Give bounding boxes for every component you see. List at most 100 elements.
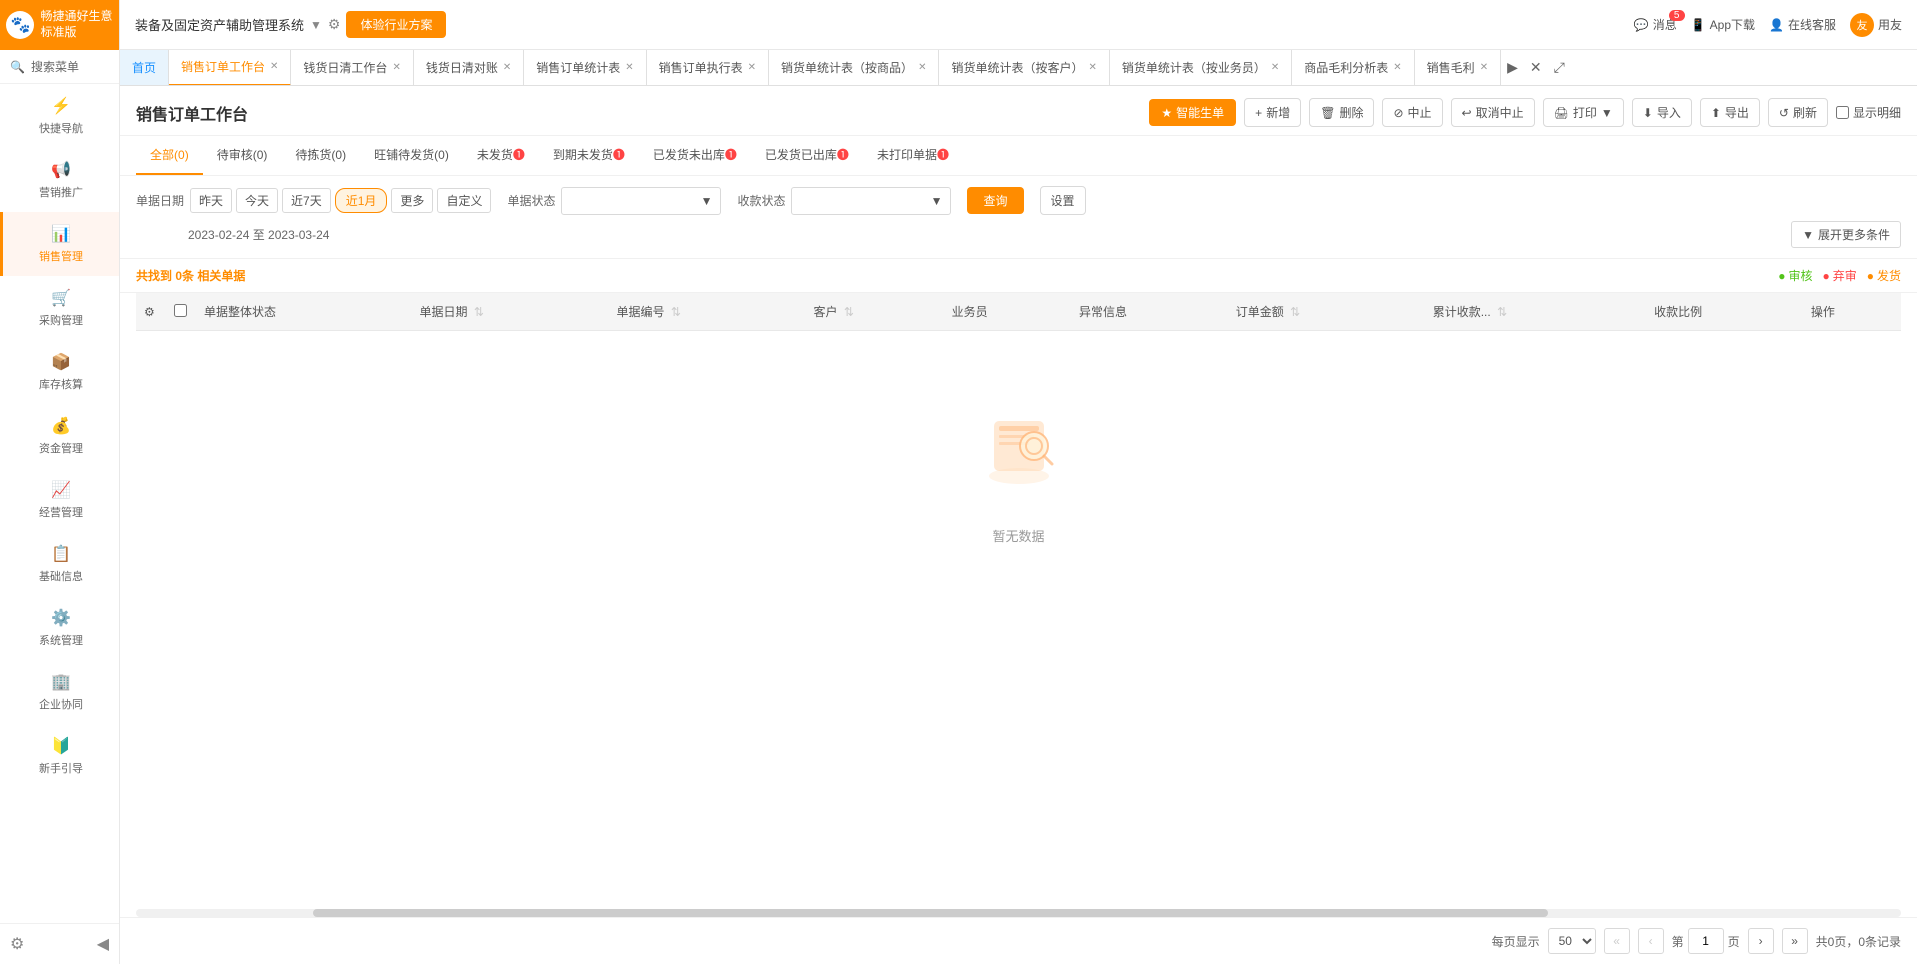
- deliver-button[interactable]: ● 发货: [1867, 267, 1901, 284]
- approve-button[interactable]: ● 审核: [1778, 267, 1812, 284]
- tab-sales-exec[interactable]: 销售订单执行表 ✕: [647, 50, 769, 86]
- sidebar-item-enterprise[interactable]: 🏢 企业协同: [0, 660, 119, 724]
- smart-generate-button[interactable]: ★ 智能生单: [1149, 99, 1236, 126]
- horizontal-scrollbar[interactable]: [136, 909, 1901, 917]
- th-amount[interactable]: 订单金额 ⇅: [1228, 293, 1425, 331]
- print-button[interactable]: 🖨 打印 ▼: [1543, 98, 1624, 127]
- next-button[interactable]: ›: [1748, 928, 1774, 954]
- date-last7-button[interactable]: 近7天: [282, 188, 331, 213]
- show-detail-checkbox[interactable]: [1836, 106, 1849, 119]
- tab-close-icon[interactable]: ✕: [748, 62, 756, 73]
- app-download-button[interactable]: 📱 App下载: [1691, 16, 1755, 33]
- prev-group-button[interactable]: «: [1604, 928, 1630, 954]
- tab-cash-reconcile[interactable]: 钱货日清对账 ✕: [414, 50, 524, 86]
- sidebar-item-system[interactable]: ⚙️ 系统管理: [0, 596, 119, 660]
- sidebar-item-quick-nav[interactable]: ⚡ 快捷导航: [0, 84, 119, 148]
- refresh-button[interactable]: ↺ 刷新: [1768, 98, 1828, 127]
- sidebar-settings-icon[interactable]: ⚙: [10, 934, 24, 954]
- show-detail-checkbox-label[interactable]: 显示明细: [1836, 104, 1901, 121]
- tab-home[interactable]: 首页: [120, 50, 169, 86]
- tab-close-icon[interactable]: ✕: [1480, 62, 1488, 73]
- tab-close-icon[interactable]: ✕: [1088, 62, 1096, 73]
- page-size-select[interactable]: 50: [1548, 928, 1596, 954]
- export-button[interactable]: ⬆ 导出: [1700, 98, 1760, 127]
- online-service-button[interactable]: 👤 在线客服: [1769, 16, 1836, 33]
- th-staff[interactable]: 业务员: [944, 293, 1071, 331]
- sidebar-item-purchase[interactable]: 🛒 采购管理: [0, 276, 119, 340]
- sidebar-collapse-icon[interactable]: ◀: [97, 934, 109, 954]
- date-today-button[interactable]: 今天: [236, 188, 278, 213]
- tab-sales-workbench[interactable]: 销售订单工作台 ✕: [169, 50, 291, 86]
- expand-conditions-button[interactable]: ▼ 展开更多条件: [1791, 221, 1901, 248]
- tab-close-icon[interactable]: ✕: [1393, 62, 1401, 73]
- sub-tab-shipped-out[interactable]: 已发货已出库❶: [751, 136, 863, 175]
- tab-sales-product[interactable]: 销货单统计表（按商品） ✕: [769, 50, 939, 86]
- tab-close-icon[interactable]: ✕: [270, 61, 278, 72]
- sidebar-item-marketing[interactable]: 📢 营销推广: [0, 148, 119, 212]
- status-filter-select[interactable]: ▼: [561, 187, 721, 215]
- user-menu-button[interactable]: 友 用友: [1850, 13, 1902, 37]
- cancel-suspend-button[interactable]: ↩ 取消中止: [1451, 98, 1535, 127]
- next-group-button[interactable]: »: [1782, 928, 1808, 954]
- sub-tab-overdue-not-shipped[interactable]: 到期未发货❶: [539, 136, 639, 175]
- tabs-close-all[interactable]: ✕: [1524, 50, 1548, 86]
- refresh-icon: ↺: [1779, 106, 1789, 120]
- suspend-button[interactable]: ⊘ 中止: [1382, 98, 1442, 127]
- date-yesterday-button[interactable]: 昨天: [190, 188, 232, 213]
- abandon-button[interactable]: ● 弃审: [1822, 267, 1856, 284]
- th-settings[interactable]: ⚙: [136, 293, 166, 331]
- th-customer[interactable]: 客户 ⇅: [805, 293, 943, 331]
- sub-tab-wangpu-pending[interactable]: 旺铺待发货(0): [360, 136, 463, 175]
- sub-tab-shipped-not-out[interactable]: 已发货未出库❶: [639, 136, 751, 175]
- deliver-icon: ●: [1867, 269, 1874, 283]
- page-number-input[interactable]: [1688, 928, 1724, 954]
- th-collected[interactable]: 累计收款... ⇅: [1425, 293, 1646, 331]
- settings-icon[interactable]: ⚙: [328, 16, 341, 33]
- sub-tab-not-shipped[interactable]: 未发货❶: [463, 136, 539, 175]
- pay-status-filter-select[interactable]: ▼: [791, 187, 951, 215]
- prev-button[interactable]: ‹: [1638, 928, 1664, 954]
- results-actions: ● 审核 ● 弃审 ● 发货: [1778, 267, 1901, 284]
- industry-solution-button[interactable]: 体验行业方案: [346, 11, 446, 38]
- date-last1m-button[interactable]: 近1月: [335, 188, 388, 213]
- tab-profit-analysis[interactable]: 商品毛利分析表 ✕: [1292, 50, 1414, 86]
- tab-sales-trend[interactable]: 销售毛利 ✕: [1415, 50, 1501, 86]
- sidebar-search-item[interactable]: 🔍 搜索菜单: [0, 50, 119, 84]
- sidebar-item-guide[interactable]: 🔰 新手引导: [0, 724, 119, 788]
- tab-close-icon[interactable]: ✕: [392, 62, 400, 73]
- filter-settings-button[interactable]: 设置: [1040, 186, 1086, 215]
- results-count-value: 0条: [175, 269, 194, 283]
- add-button[interactable]: + 新增: [1244, 98, 1301, 127]
- tab-sales-customer[interactable]: 销货单统计表（按客户） ✕: [939, 50, 1109, 86]
- tabs-scroll-right[interactable]: ▶: [1501, 50, 1524, 86]
- scrollbar-thumb[interactable]: [313, 909, 1549, 917]
- tab-close-icon[interactable]: ✕: [503, 62, 511, 73]
- date-more-button[interactable]: 更多: [391, 188, 433, 213]
- tab-sales-stats[interactable]: 销售订单统计表 ✕: [524, 50, 646, 86]
- query-button[interactable]: 查询: [967, 187, 1023, 214]
- tab-sales-staff[interactable]: 销货单统计表（按业务员） ✕: [1110, 50, 1292, 86]
- tabs-expand[interactable]: ⤢: [1548, 50, 1571, 86]
- select-all-checkbox[interactable]: [174, 304, 187, 317]
- app-title-dropdown-icon[interactable]: ▼: [310, 18, 322, 32]
- sidebar-item-sales[interactable]: 📊 销售管理: [0, 212, 119, 276]
- sidebar-item-inventory[interactable]: 📦 库存核算: [0, 340, 119, 404]
- message-button[interactable]: 💬 消息 5: [1634, 16, 1677, 33]
- sub-tab-all[interactable]: 全部(0): [136, 136, 203, 175]
- sidebar-item-finance[interactable]: 💰 资金管理: [0, 404, 119, 468]
- tab-cash-daily[interactable]: 钱货日清工作台 ✕: [291, 50, 413, 86]
- tab-close-icon[interactable]: ✕: [918, 62, 926, 73]
- tab-close-icon[interactable]: ✕: [1271, 62, 1279, 73]
- sub-tab-pending-review[interactable]: 待审核(0): [203, 136, 282, 175]
- th-date[interactable]: 单据日期 ⇅: [412, 293, 609, 331]
- sub-tab-pending-pickup[interactable]: 待拣货(0): [281, 136, 360, 175]
- tab-close-icon[interactable]: ✕: [625, 62, 633, 73]
- date-custom-button[interactable]: 自定义: [437, 188, 491, 213]
- th-number[interactable]: 单据编号 ⇅: [609, 293, 806, 331]
- sidebar-item-operations[interactable]: 📈 经营管理: [0, 468, 119, 532]
- sidebar-item-basic-info[interactable]: 📋 基础信息: [0, 532, 119, 596]
- th-check[interactable]: [166, 293, 196, 331]
- delete-button[interactable]: 🗑 删除: [1309, 98, 1374, 127]
- sub-tab-not-printed[interactable]: 未打印单据❶: [863, 136, 963, 175]
- import-button[interactable]: ⬇ 导入: [1632, 98, 1692, 127]
